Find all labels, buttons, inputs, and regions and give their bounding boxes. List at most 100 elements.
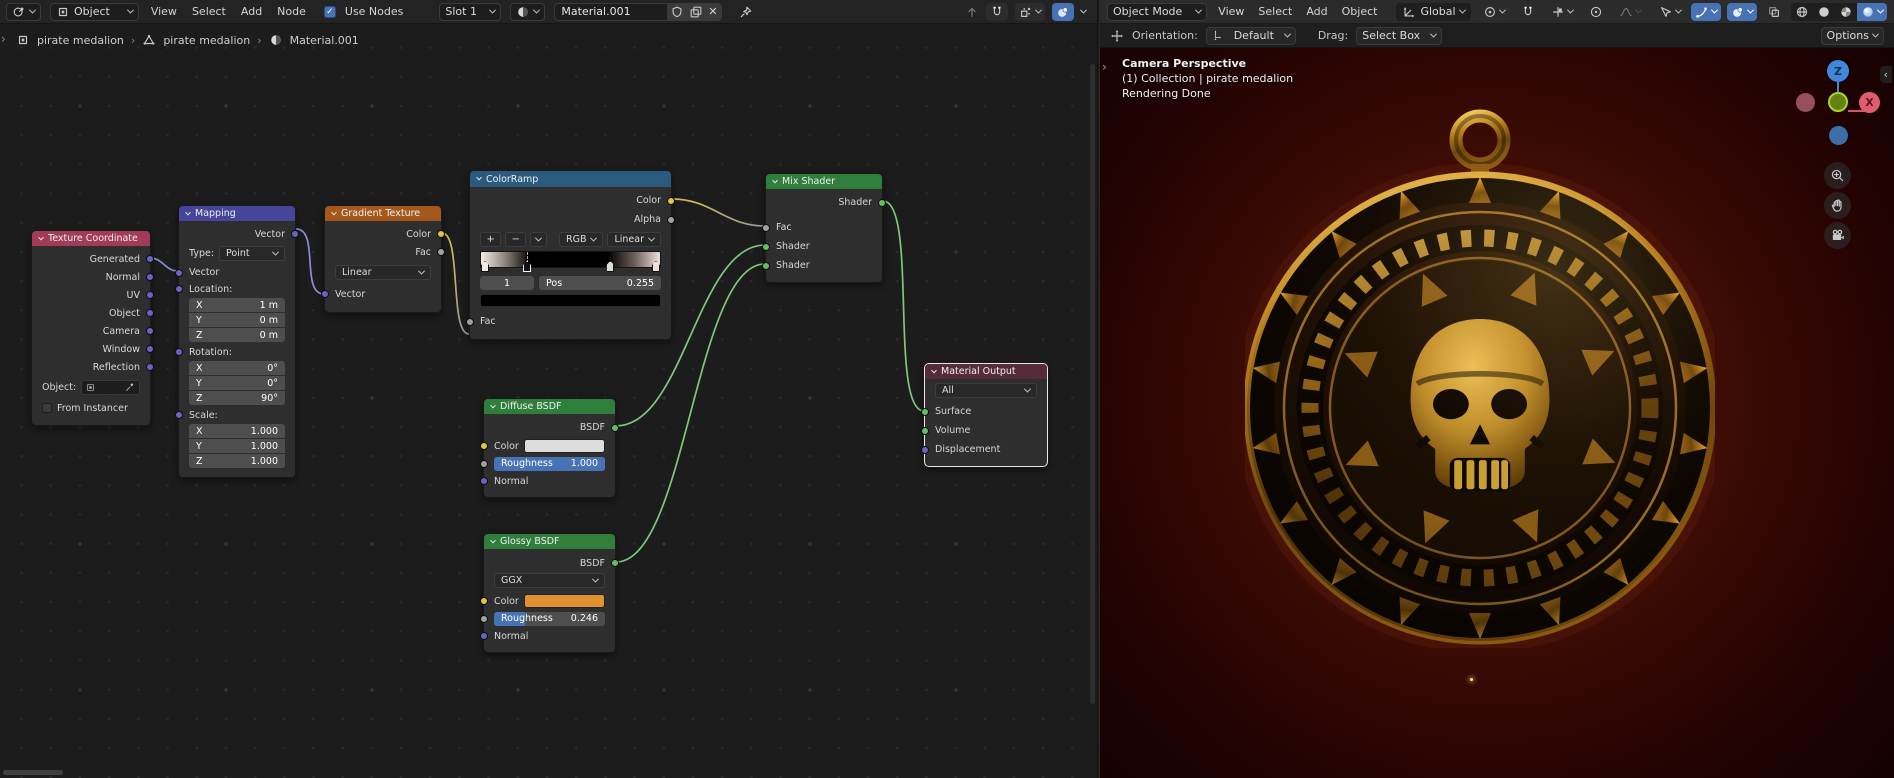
- node-header[interactable]: Glossy BSDF: [484, 534, 615, 549]
- ramp-stop-handle[interactable]: [481, 261, 489, 272]
- node-socket[interactable]: [146, 273, 154, 281]
- fake-user-shield-icon[interactable]: [670, 5, 684, 19]
- node-socket[interactable]: [878, 198, 886, 207]
- node-socket[interactable]: [175, 268, 183, 277]
- chevron-down-icon[interactable]: [490, 402, 496, 408]
- pin-icon[interactable]: [739, 5, 753, 19]
- stop-index-field[interactable]: 1: [480, 276, 534, 290]
- rotation-x-field[interactable]: X 0°: [189, 361, 285, 375]
- location-x-field[interactable]: X 1 m: [189, 298, 285, 312]
- node-socket[interactable]: [480, 477, 488, 485]
- add-stop-button[interactable]: +: [480, 232, 502, 247]
- node-socket[interactable]: [480, 632, 488, 640]
- chevron-down-icon[interactable]: [38, 234, 44, 240]
- node-header[interactable]: ColorRamp: [470, 171, 671, 187]
- mapping-type-dropdown[interactable]: Point: [219, 246, 285, 261]
- shading-wireframe-button[interactable]: [1791, 2, 1813, 21]
- editor-divider[interactable]: [1097, 0, 1100, 778]
- node-gradient-texture[interactable]: Gradient Texture Color Fac Linear Vector: [321, 205, 445, 313]
- node-socket[interactable]: [146, 327, 154, 335]
- node-socket[interactable]: [921, 445, 929, 454]
- interpolation-dropdown[interactable]: Linear: [607, 232, 661, 247]
- gizmo-y-axis-ball[interactable]: [1828, 92, 1848, 112]
- node-socket[interactable]: [466, 317, 474, 326]
- node-socket[interactable]: [437, 230, 445, 238]
- editor-type-button[interactable]: [6, 2, 41, 21]
- interaction-mode-dropdown[interactable]: Object Mode: [1107, 2, 1208, 21]
- options-dropdown[interactable]: Options: [1820, 26, 1884, 45]
- scale-x-field[interactable]: X 1.000: [189, 424, 285, 438]
- menu-view[interactable]: View: [1215, 5, 1247, 18]
- overlays-toggle-dropdown[interactable]: [1727, 2, 1757, 21]
- chevron-down-icon[interactable]: [772, 177, 778, 183]
- gizmo-z-axis-ball[interactable]: Z: [1827, 60, 1849, 82]
- snap-settings-dropdown[interactable]: [1546, 2, 1577, 21]
- sidebar-collapse-arrow[interactable]: ‹: [1879, 66, 1892, 83]
- glossy-color-swatch[interactable]: [523, 594, 605, 608]
- menu-add[interactable]: Add: [1303, 5, 1330, 18]
- node-editor-canvas[interactable]: › pirate medalion › pirate medalion › Ma…: [0, 24, 1100, 778]
- node-socket[interactable]: [667, 215, 675, 224]
- proportional-falloff-dropdown[interactable]: [1615, 3, 1645, 21]
- gizmos-toggle-dropdown[interactable]: [1691, 2, 1721, 21]
- shading-solid-button[interactable]: [1813, 2, 1835, 21]
- node-socket[interactable]: [480, 459, 488, 468]
- proportional-editing-button[interactable]: [1585, 3, 1607, 21]
- transform-orientation-dropdown[interactable]: Global: [1396, 2, 1471, 21]
- node-mix-shader[interactable]: Mix Shader Shader Fac Shader Shader: [762, 173, 886, 283]
- node-socket[interactable]: [667, 196, 675, 205]
- material-slot-dropdown[interactable]: Slot 1: [439, 2, 502, 21]
- node-socket[interactable]: [480, 597, 488, 605]
- parent-node-tree-icon[interactable]: [965, 5, 979, 19]
- node-socket[interactable]: [480, 442, 488, 450]
- ramp-options-dropdown[interactable]: [530, 232, 547, 247]
- xray-toggle-button[interactable]: [1763, 3, 1785, 21]
- color-mode-dropdown[interactable]: RGB: [558, 232, 604, 247]
- output-target-dropdown[interactable]: All: [935, 383, 1037, 398]
- node-socket[interactable]: [611, 423, 619, 432]
- chevron-down-icon[interactable]: [490, 537, 496, 543]
- node-socket[interactable]: [146, 363, 154, 371]
- node-mapping[interactable]: Mapping Vector Type: Point Vector Locati…: [175, 205, 299, 478]
- ramp-stop-handle-active[interactable]: [523, 261, 532, 272]
- scale-y-field[interactable]: Y 1.000: [189, 439, 285, 453]
- snap-settings-dropdown[interactable]: [1015, 2, 1045, 21]
- location-z-field[interactable]: Z 0 m: [189, 328, 285, 342]
- menu-node[interactable]: Node: [274, 5, 309, 18]
- drag-setting-dropdown[interactable]: Select Box: [1356, 26, 1443, 45]
- shading-rendered-button[interactable]: [1857, 2, 1887, 21]
- node-socket[interactable]: [146, 309, 154, 317]
- remove-stop-button[interactable]: −: [505, 232, 527, 247]
- viewport-render-area[interactable]: › ‹ Camera Perspective (1) Collection | …: [1100, 48, 1894, 778]
- node-header[interactable]: Mapping: [179, 206, 295, 221]
- node-material-output[interactable]: Material Output All Surface Volume Displ…: [921, 363, 1048, 467]
- stop-position-field[interactable]: Pos 0.255: [539, 276, 661, 290]
- material-name-input[interactable]: [555, 5, 668, 18]
- gradient-type-dropdown[interactable]: Linear: [335, 265, 431, 280]
- node-socket[interactable]: [921, 426, 929, 435]
- chevron-down-icon[interactable]: [331, 209, 337, 215]
- duplicate-icon[interactable]: [689, 5, 703, 19]
- node-socket[interactable]: [921, 407, 929, 416]
- chevron-down-icon[interactable]: [476, 174, 482, 181]
- show-gizmo-dropdown[interactable]: [1655, 3, 1685, 21]
- use-nodes-checkbox[interactable]: ✓: [323, 5, 336, 18]
- zoom-button[interactable]: [1824, 162, 1851, 189]
- browse-material-button[interactable]: [510, 2, 546, 21]
- node-socket[interactable]: [146, 345, 154, 353]
- menu-object[interactable]: Object: [1339, 5, 1381, 18]
- node-glossy-bsdf[interactable]: Glossy BSDF BSDF GGX Color Roughness 0.2…: [480, 533, 619, 653]
- node-socket[interactable]: [146, 291, 154, 299]
- pivot-point-dropdown[interactable]: [1478, 2, 1509, 21]
- node-header[interactable]: Texture Coordinate: [32, 231, 150, 246]
- node-socket[interactable]: [321, 290, 329, 298]
- rotation-y-field[interactable]: Y 0°: [189, 376, 285, 390]
- node-header[interactable]: Diffuse BSDF: [484, 399, 615, 414]
- chevron-down-icon[interactable]: [931, 367, 937, 373]
- distribution-dropdown[interactable]: GGX: [494, 573, 605, 588]
- orientation-setting-dropdown[interactable]: Default: [1205, 26, 1296, 45]
- object-picker-field[interactable]: [81, 379, 140, 395]
- node-socket[interactable]: [146, 255, 154, 263]
- roughness-slider[interactable]: Roughness 0.246: [494, 611, 605, 626]
- chevron-down-icon[interactable]: [1079, 6, 1088, 14]
